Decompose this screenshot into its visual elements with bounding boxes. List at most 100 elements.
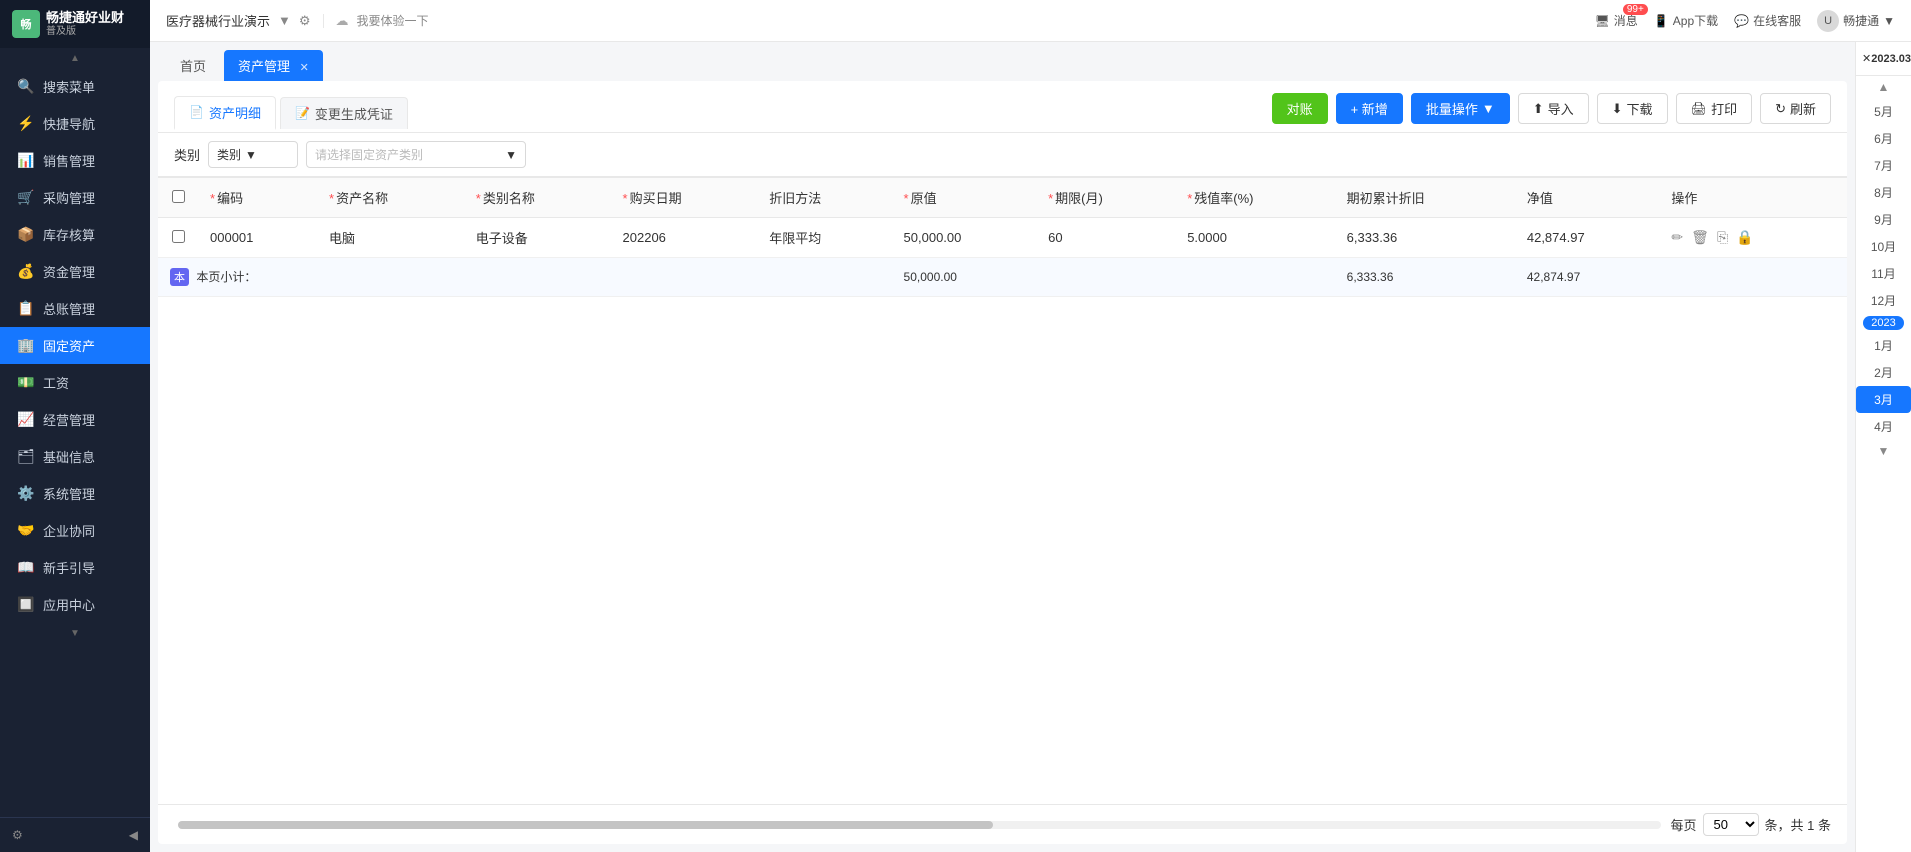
basic-icon: 🗂	[17, 448, 35, 465]
print-icon: 🖨	[1691, 101, 1708, 117]
ledger-icon: 📋	[17, 300, 35, 317]
th-category: *类别名称	[464, 178, 611, 218]
select-all-checkbox[interactable]	[172, 190, 185, 203]
month-6[interactable]: 6月	[1856, 125, 1911, 152]
th-original-value: *原值	[892, 178, 1037, 218]
sidebar-scroll-down[interactable]: ▼	[0, 623, 150, 643]
cloud-icon: ☁	[336, 13, 349, 29]
month-8[interactable]: 8月	[1856, 179, 1911, 206]
sidebar-item-collab[interactable]: 🤝 企业协同	[0, 512, 150, 549]
subtotal-label: 本 本页小计：	[158, 258, 892, 297]
tab-asset[interactable]: 资产管理 ✕	[224, 50, 323, 81]
batch-button[interactable]: 批量操作 ▼	[1411, 93, 1510, 124]
category-value-arrow: ▼	[505, 148, 517, 162]
message-button[interactable]: 🖥 消息 99+	[1595, 12, 1638, 29]
month-1[interactable]: 1月	[1856, 332, 1911, 359]
sidebar-item-capital[interactable]: 💰 资金管理	[0, 253, 150, 290]
collapse-icon[interactable]: ◀	[129, 828, 138, 842]
month-7[interactable]: 7月	[1856, 152, 1911, 179]
month-2[interactable]: 2月	[1856, 359, 1911, 386]
print-button[interactable]: 🖨 打印	[1676, 93, 1753, 124]
td-net-value: 42,874.97	[1515, 218, 1660, 258]
subtotal-row: 本 本页小计： 50,000.00 6,333.36 42,874.97	[158, 258, 1847, 297]
sidebar-item-inventory[interactable]: 📦 库存核算	[0, 216, 150, 253]
sidebar-item-salary[interactable]: 💵 工资	[0, 364, 150, 401]
table-row: 000001 电脑 电子设备 202206 年限平均 50,000.00 60 …	[158, 218, 1847, 258]
row-checkbox[interactable]	[172, 230, 185, 243]
sidebar-item-ledger[interactable]: 📋 总账管理	[0, 290, 150, 327]
subtotal-original-value: 50,000.00	[892, 258, 1037, 297]
total-label: 条，共 1 条	[1765, 815, 1831, 834]
capital-icon: 💰	[17, 263, 35, 280]
quicknav-icon: ⚡	[17, 115, 35, 132]
calendar-scroll-up[interactable]: ▲	[1874, 76, 1894, 98]
sidebar-item-search[interactable]: 🔍 搜索菜单	[0, 68, 150, 105]
user-name: 畅捷通	[1843, 12, 1879, 29]
online-service-button[interactable]: 💬 在线客服	[1734, 12, 1801, 29]
tab-bar: 首页 资产管理 ✕	[150, 42, 1855, 81]
month-12[interactable]: 12月	[1856, 287, 1911, 314]
sidebar-logo: 畅 畅捷通好业财 普及版	[0, 0, 150, 48]
settings-gear-icon[interactable]: ⚙	[299, 13, 311, 29]
delete-icon[interactable]: 🗑	[1691, 229, 1709, 246]
settings-icon[interactable]: ⚙	[12, 828, 23, 842]
sidebar-item-quicknav[interactable]: ⚡ 快捷导航	[0, 105, 150, 142]
copy-icon[interactable]: ⎘	[1717, 229, 1728, 246]
calendar-year-month: 2023.03	[1871, 53, 1911, 65]
tab-home[interactable]: 首页	[166, 50, 220, 81]
th-period: *期限(月)	[1036, 178, 1175, 218]
th-code: *编码	[198, 178, 317, 218]
tab-close-icon[interactable]: ✕	[300, 62, 309, 74]
ops-icon: 📈	[17, 411, 35, 428]
company-dropdown-icon[interactable]: ▼	[278, 13, 291, 28]
user-menu[interactable]: U 畅捷通 ▼	[1817, 10, 1895, 32]
sub-tab-change-voucher[interactable]: 📝 变更生成凭证	[280, 97, 408, 129]
download-button[interactable]: ⬇ 下载	[1597, 93, 1668, 124]
new-button[interactable]: + 新增	[1336, 93, 1403, 124]
month-3[interactable]: 3月	[1856, 386, 1911, 413]
edit-icon[interactable]: ✏	[1671, 229, 1683, 246]
sidebar-item-fixedasset[interactable]: 🏢 固定资产	[0, 327, 150, 364]
logo-icon: 畅	[12, 10, 40, 38]
category-type-arrow: ▼	[245, 148, 257, 162]
online-service-label: 在线客服	[1753, 12, 1801, 29]
sidebar-item-ops[interactable]: 📈 经营管理	[0, 401, 150, 438]
import-button[interactable]: ⬆ 导入	[1518, 93, 1589, 124]
td-original-value: 50,000.00	[892, 218, 1037, 258]
sales-icon: 📊	[17, 152, 35, 169]
month-5[interactable]: 5月	[1856, 98, 1911, 125]
month-4[interactable]: 4月	[1856, 413, 1911, 440]
sidebar-item-apps[interactable]: 🔲 应用中心	[0, 586, 150, 623]
lock-icon[interactable]: 🔒	[1736, 229, 1753, 246]
sub-tab-asset-detail[interactable]: 📄 资产明细	[174, 96, 276, 130]
scrollbar-track[interactable]	[178, 821, 1661, 829]
per-page-select[interactable]: 50 100 200	[1703, 813, 1759, 836]
import-icon: ⬆	[1533, 101, 1544, 117]
month-9[interactable]: 9月	[1856, 206, 1911, 233]
th-net-value: 净值	[1515, 178, 1660, 218]
subtotal-initial-accum: 6,333.36	[1335, 258, 1515, 297]
per-page-label: 每页	[1671, 815, 1697, 834]
app-download-button[interactable]: 📱 App下载	[1654, 12, 1718, 29]
refresh-button[interactable]: ↻ 刷新	[1760, 93, 1831, 124]
calendar-close-icon[interactable]: ✕	[1862, 52, 1871, 65]
reconcile-button[interactable]: 对账	[1272, 93, 1328, 124]
sidebar-item-guide[interactable]: 📖 新手引导	[0, 549, 150, 586]
calendar-scroll-down[interactable]: ▼	[1874, 440, 1894, 462]
calendar-header: ✕ 2023.03 ⤢	[1856, 42, 1911, 76]
topbar: 医疗器械行业演示 ▼ ⚙ ☁ 我要体验一下 🖥 消息 99+ 📱 App下载 💬…	[150, 0, 1911, 42]
asset-table: *编码 *资产名称 *类别名称 *购买日期 折旧方法 *原值 *期限(月) *残…	[158, 177, 1847, 297]
experience-label[interactable]: 我要体验一下	[357, 12, 429, 29]
month-10[interactable]: 10月	[1856, 233, 1911, 260]
sidebar-item-sales[interactable]: 📊 销售管理	[0, 142, 150, 179]
sidebar-item-system[interactable]: ⚙️ 系统管理	[0, 475, 150, 512]
search-icon: 🔍	[17, 78, 35, 95]
sidebar-scroll-up[interactable]: ▲	[0, 48, 150, 68]
month-11[interactable]: 11月	[1856, 260, 1911, 287]
category-select-value[interactable]: 请选择固定资产类别 ▼	[306, 141, 526, 168]
fixedasset-icon: 🏢	[17, 337, 35, 354]
category-select-type[interactable]: 类别 ▼	[208, 141, 298, 168]
sidebar-item-purchase[interactable]: 🛒 采购管理	[0, 179, 150, 216]
page-content: 首页 资产管理 ✕ 📄 资产明细 📝 变更生成凭证	[150, 42, 1855, 852]
sidebar-item-basic[interactable]: 🗂 基础信息	[0, 438, 150, 475]
